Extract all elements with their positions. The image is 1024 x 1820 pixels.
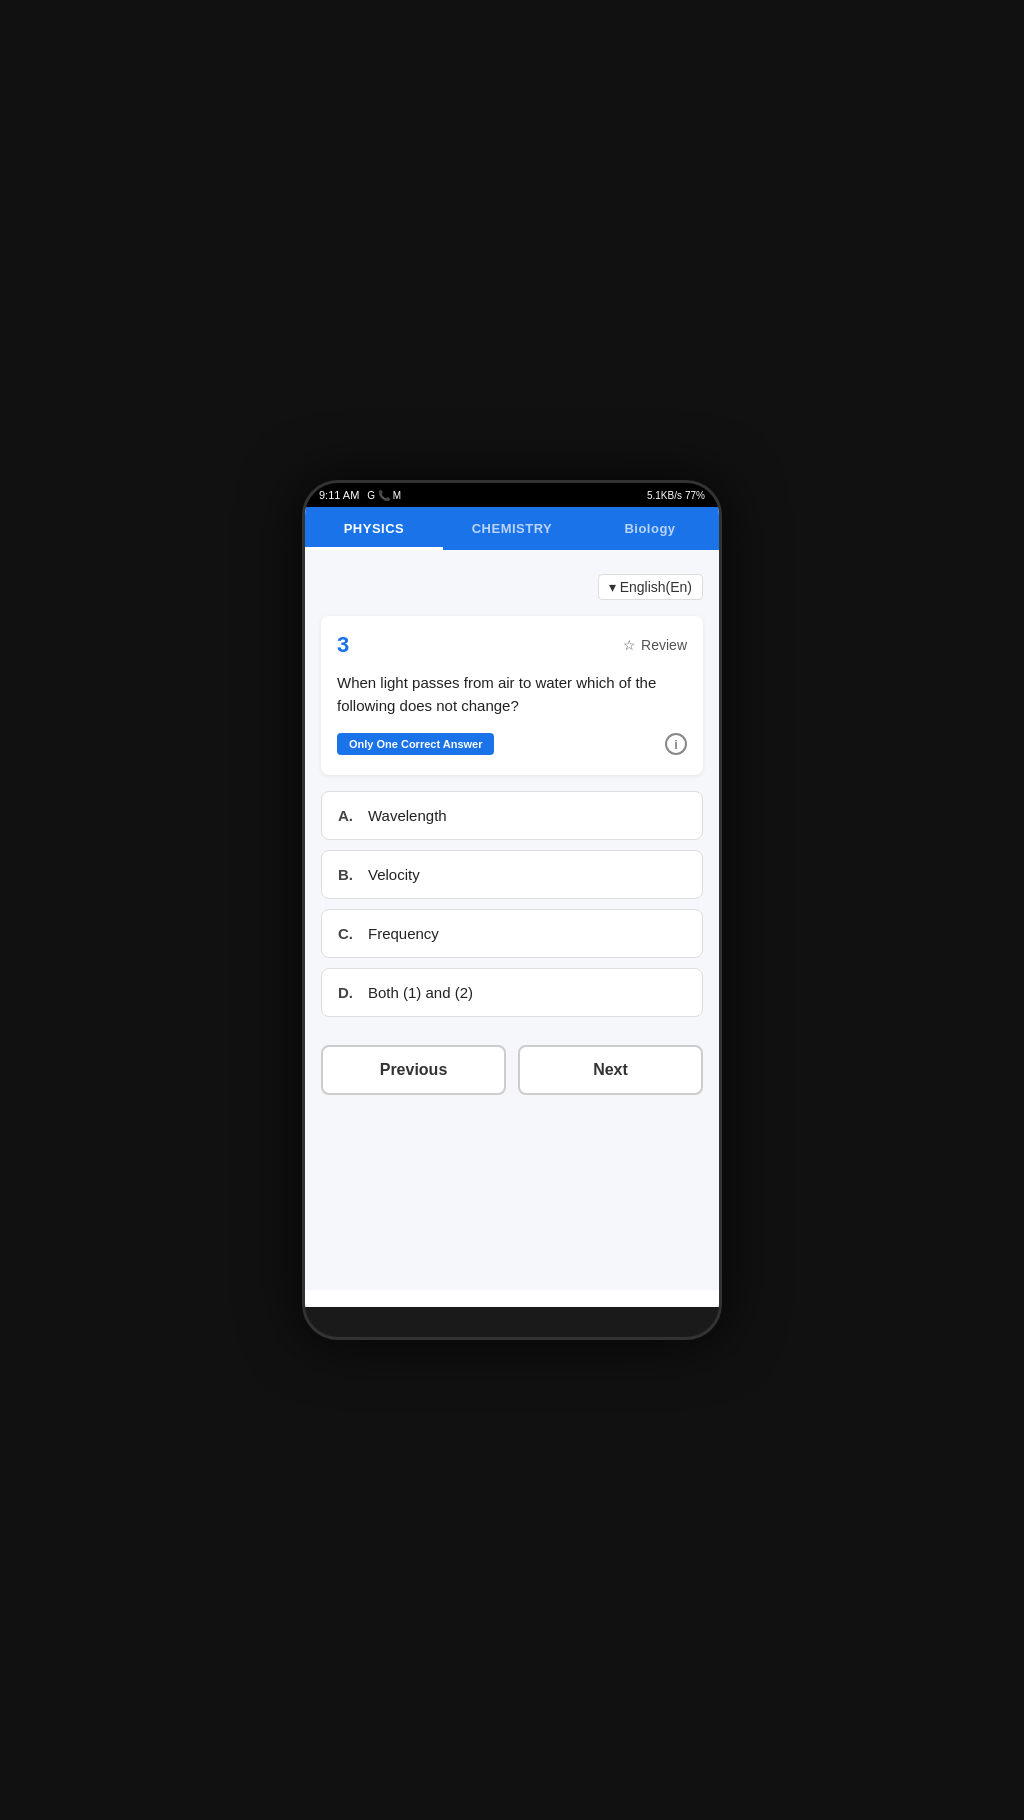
option-a-text: Wavelength (368, 807, 447, 824)
status-bar: 9:11 AM G 📞 M 5.1KB/s 77% (305, 483, 719, 507)
tab-biology[interactable]: Biology (581, 507, 719, 550)
option-c-text: Frequency (368, 925, 439, 942)
tab-bar: PHYSICS CHEMISTRY Biology (305, 507, 719, 550)
option-b-letter: B. (338, 866, 356, 883)
option-d-letter: D. (338, 984, 356, 1001)
app-content: PHYSICS CHEMISTRY Biology ▾ English(En) (305, 507, 719, 1307)
status-icons: G 📞 M (367, 490, 401, 501)
nav-buttons: Previous Next (321, 1037, 703, 1111)
option-b[interactable]: B. Velocity (321, 850, 703, 899)
status-right: 5.1KB/s 77% (647, 490, 705, 501)
option-d[interactable]: D. Both (1) and (2) (321, 968, 703, 1017)
previous-button[interactable]: Previous (321, 1045, 506, 1095)
star-icon: ☆ (623, 637, 636, 653)
question-text: When light passes from air to water whic… (337, 672, 687, 717)
option-c[interactable]: C. Frequency (321, 909, 703, 958)
answer-type-badge: Only One Correct Answer (337, 733, 494, 755)
language-selector: ▾ English(En) (321, 566, 703, 616)
question-header: 3 ☆ Review (337, 632, 687, 658)
option-a[interactable]: A. Wavelength (321, 791, 703, 840)
option-a-letter: A. (338, 807, 356, 824)
next-button[interactable]: Next (518, 1045, 703, 1095)
question-number: 3 (337, 632, 349, 658)
chevron-down-icon: ▾ (609, 579, 616, 595)
status-left: 9:11 AM G 📞 M (319, 489, 401, 501)
language-label: English(En) (620, 579, 692, 595)
options-container: A. Wavelength B. Velocity C. Frequency D… (321, 791, 703, 1017)
network-speed: 5.1KB/s (647, 490, 682, 501)
review-label: Review (641, 637, 687, 653)
review-button[interactable]: ☆ Review (623, 637, 687, 653)
language-dropdown[interactable]: ▾ English(En) (598, 574, 703, 600)
option-d-text: Both (1) and (2) (368, 984, 473, 1001)
time: 9:11 AM (319, 489, 359, 501)
info-icon[interactable]: i (665, 733, 687, 755)
tab-physics[interactable]: PHYSICS (305, 507, 443, 550)
question-body: ▾ English(En) 3 ☆ Review When light pass… (305, 550, 719, 1290)
battery: 77% (685, 490, 705, 501)
option-b-text: Velocity (368, 866, 420, 883)
phone-frame: 9:11 AM G 📞 M 5.1KB/s 77% PHYSICS CHEMIS… (302, 480, 722, 1340)
tab-chemistry[interactable]: CHEMISTRY (443, 507, 581, 550)
answer-type-row: Only One Correct Answer i (337, 733, 687, 755)
question-card: 3 ☆ Review When light passes from air to… (321, 616, 703, 775)
option-c-letter: C. (338, 925, 356, 942)
